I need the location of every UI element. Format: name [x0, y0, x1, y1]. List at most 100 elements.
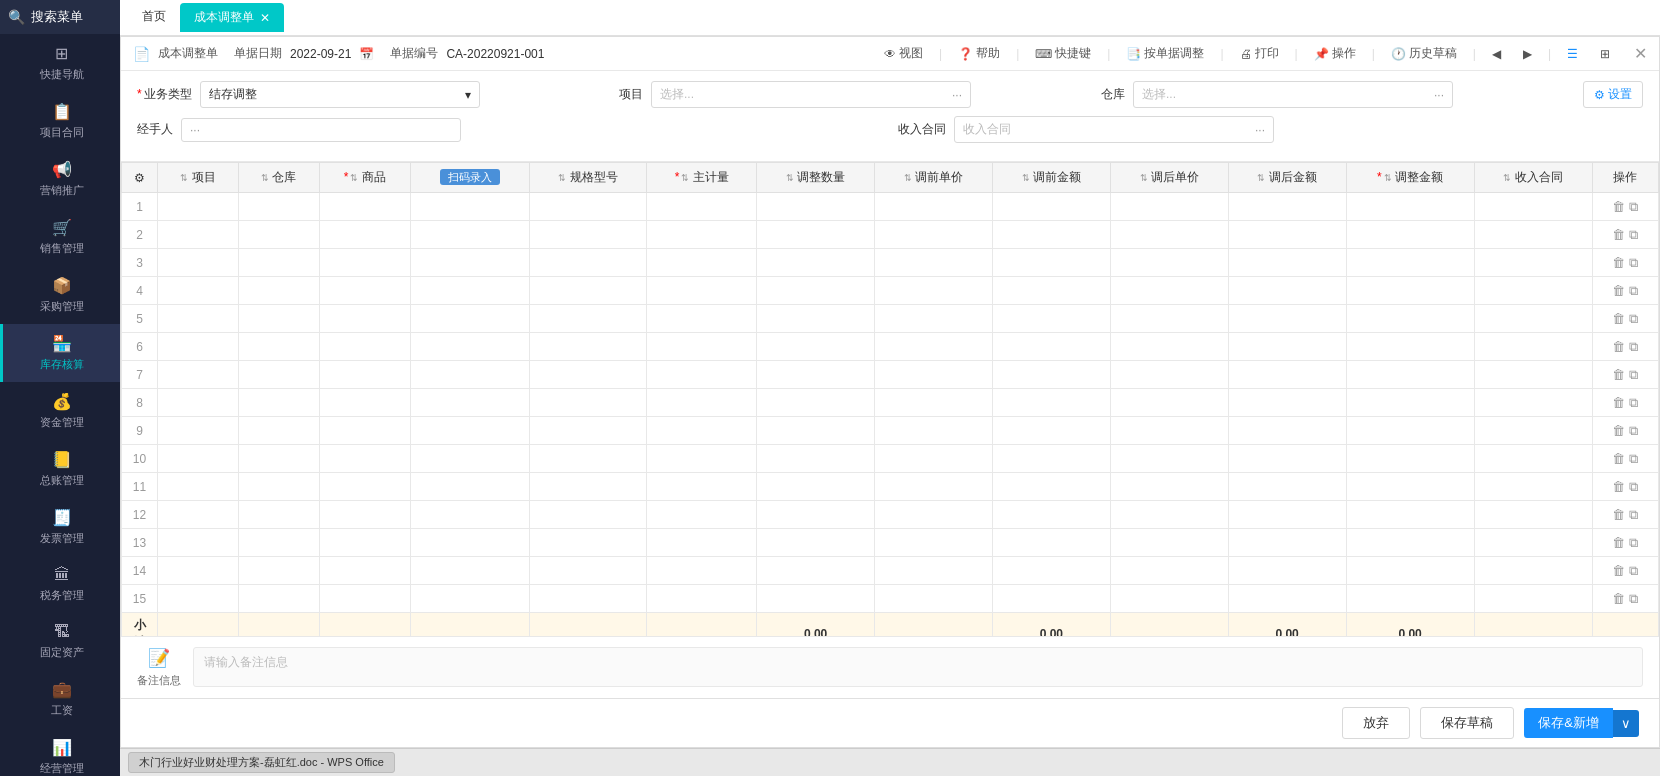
cell-project-5[interactable]	[158, 305, 239, 333]
cell-goods-1[interactable]	[319, 193, 410, 221]
delete-row-icon-2[interactable]: 🗑	[1612, 227, 1625, 242]
agent-input[interactable]: ···	[181, 118, 461, 142]
cell-prev-unit-price-5[interactable]	[875, 305, 993, 333]
tab-cost-adjust[interactable]: 成本调整单 ✕	[180, 3, 284, 32]
cell-income-contract-12[interactable]	[1474, 501, 1592, 529]
cell-adjust-amount-9[interactable]	[1346, 417, 1474, 445]
cell-prev-unit-price-10[interactable]	[875, 445, 993, 473]
copy-row-icon-13[interactable]: ⧉	[1629, 535, 1638, 551]
cell-after-unit-price-4[interactable]	[1110, 277, 1228, 305]
cell-warehouse-14[interactable]	[238, 557, 319, 585]
discard-btn[interactable]: 放弃	[1342, 707, 1410, 739]
cell-after-unit-price-1[interactable]	[1110, 193, 1228, 221]
view-btn[interactable]: 👁 视图	[878, 43, 929, 64]
cell-unit-10[interactable]	[647, 445, 757, 473]
sidebar-item-operations[interactable]: 📊 经营管理	[0, 728, 120, 776]
cell-after-unit-price-14[interactable]	[1110, 557, 1228, 585]
cell-warehouse-13[interactable]	[238, 529, 319, 557]
delete-row-icon-8[interactable]: 🗑	[1612, 395, 1625, 410]
cell-project-15[interactable]	[158, 585, 239, 613]
sidebar-item-fund[interactable]: 💰 资金管理	[0, 382, 120, 440]
cell-project-11[interactable]	[158, 473, 239, 501]
cell-prev-amount-4[interactable]	[992, 277, 1110, 305]
cell-warehouse-9[interactable]	[238, 417, 319, 445]
cell-spec-9[interactable]	[529, 417, 647, 445]
cell-prev-unit-price-6[interactable]	[875, 333, 993, 361]
delete-row-icon-6[interactable]: 🗑	[1612, 339, 1625, 354]
cell-prev-amount-13[interactable]	[992, 529, 1110, 557]
cell-unit-6[interactable]	[647, 333, 757, 361]
cell-prev-amount-5[interactable]	[992, 305, 1110, 333]
delete-row-icon-13[interactable]: 🗑	[1612, 535, 1625, 550]
cell-scan-5[interactable]	[410, 305, 529, 333]
cell-scan-4[interactable]	[410, 277, 529, 305]
cell-prev-unit-price-9[interactable]	[875, 417, 993, 445]
cell-spec-14[interactable]	[529, 557, 647, 585]
cell-project-8[interactable]	[158, 389, 239, 417]
cell-prev-unit-price-12[interactable]	[875, 501, 993, 529]
cell-after-amount-15[interactable]	[1228, 585, 1346, 613]
cell-project-4[interactable]	[158, 277, 239, 305]
sidebar-item-inventory[interactable]: 🏪 库存核算	[0, 324, 120, 382]
save-new-btn[interactable]: 保存&新增	[1524, 708, 1613, 738]
cell-adjust-qty-10[interactable]	[757, 445, 875, 473]
cell-prev-unit-price-15[interactable]	[875, 585, 993, 613]
cell-project-10[interactable]	[158, 445, 239, 473]
cell-spec-15[interactable]	[529, 585, 647, 613]
cell-income-contract-10[interactable]	[1474, 445, 1592, 473]
cell-prev-unit-price-2[interactable]	[875, 221, 993, 249]
cell-spec-7[interactable]	[529, 361, 647, 389]
cell-warehouse-3[interactable]	[238, 249, 319, 277]
help-btn[interactable]: ❓ 帮助	[952, 43, 1006, 64]
delete-row-icon-15[interactable]: 🗑	[1612, 591, 1625, 606]
cell-adjust-qty-2[interactable]	[757, 221, 875, 249]
cell-adjust-qty-14[interactable]	[757, 557, 875, 585]
cell-income-contract-6[interactable]	[1474, 333, 1592, 361]
cell-income-contract-7[interactable]	[1474, 361, 1592, 389]
cell-prev-amount-6[interactable]	[992, 333, 1110, 361]
cell-adjust-qty-7[interactable]	[757, 361, 875, 389]
cell-adjust-qty-11[interactable]	[757, 473, 875, 501]
form-view-btn[interactable]: ⊞	[1594, 45, 1616, 63]
cell-scan-15[interactable]	[410, 585, 529, 613]
cell-scan-14[interactable]	[410, 557, 529, 585]
cell-unit-14[interactable]	[647, 557, 757, 585]
cell-goods-6[interactable]	[319, 333, 410, 361]
print-btn[interactable]: 🖨 打印	[1234, 43, 1285, 64]
cell-unit-8[interactable]	[647, 389, 757, 417]
cell-after-amount-6[interactable]	[1228, 333, 1346, 361]
cell-after-amount-3[interactable]	[1228, 249, 1346, 277]
sidebar-item-project-contract[interactable]: 📋 项目合同	[0, 92, 120, 150]
income-contract-input[interactable]: 收入合同 ···	[954, 116, 1274, 143]
cell-unit-12[interactable]	[647, 501, 757, 529]
cell-prev-unit-price-1[interactable]	[875, 193, 993, 221]
delete-row-icon-3[interactable]: 🗑	[1612, 255, 1625, 270]
cell-scan-8[interactable]	[410, 389, 529, 417]
calendar-icon[interactable]: 📅	[359, 47, 374, 61]
cell-adjust-qty-9[interactable]	[757, 417, 875, 445]
cell-after-amount-8[interactable]	[1228, 389, 1346, 417]
cell-adjust-amount-8[interactable]	[1346, 389, 1474, 417]
cell-income-contract-15[interactable]	[1474, 585, 1592, 613]
cell-adjust-amount-5[interactable]	[1346, 305, 1474, 333]
cell-after-amount-4[interactable]	[1228, 277, 1346, 305]
cell-adjust-amount-14[interactable]	[1346, 557, 1474, 585]
cell-scan-11[interactable]	[410, 473, 529, 501]
cell-scan-6[interactable]	[410, 333, 529, 361]
cell-warehouse-11[interactable]	[238, 473, 319, 501]
shortcut-btn[interactable]: ⌨ 快捷键	[1029, 43, 1097, 64]
sidebar-item-purchase[interactable]: 📦 采购管理	[0, 266, 120, 324]
cell-prev-unit-price-8[interactable]	[875, 389, 993, 417]
cell-goods-7[interactable]	[319, 361, 410, 389]
copy-row-icon-2[interactable]: ⧉	[1629, 227, 1638, 243]
cell-unit-3[interactable]	[647, 249, 757, 277]
cell-warehouse-15[interactable]	[238, 585, 319, 613]
cell-after-unit-price-2[interactable]	[1110, 221, 1228, 249]
cell-after-amount-13[interactable]	[1228, 529, 1346, 557]
cell-income-contract-5[interactable]	[1474, 305, 1592, 333]
cell-goods-14[interactable]	[319, 557, 410, 585]
cell-warehouse-6[interactable]	[238, 333, 319, 361]
cell-goods-13[interactable]	[319, 529, 410, 557]
cell-after-unit-price-8[interactable]	[1110, 389, 1228, 417]
copy-row-icon-7[interactable]: ⧉	[1629, 367, 1638, 383]
